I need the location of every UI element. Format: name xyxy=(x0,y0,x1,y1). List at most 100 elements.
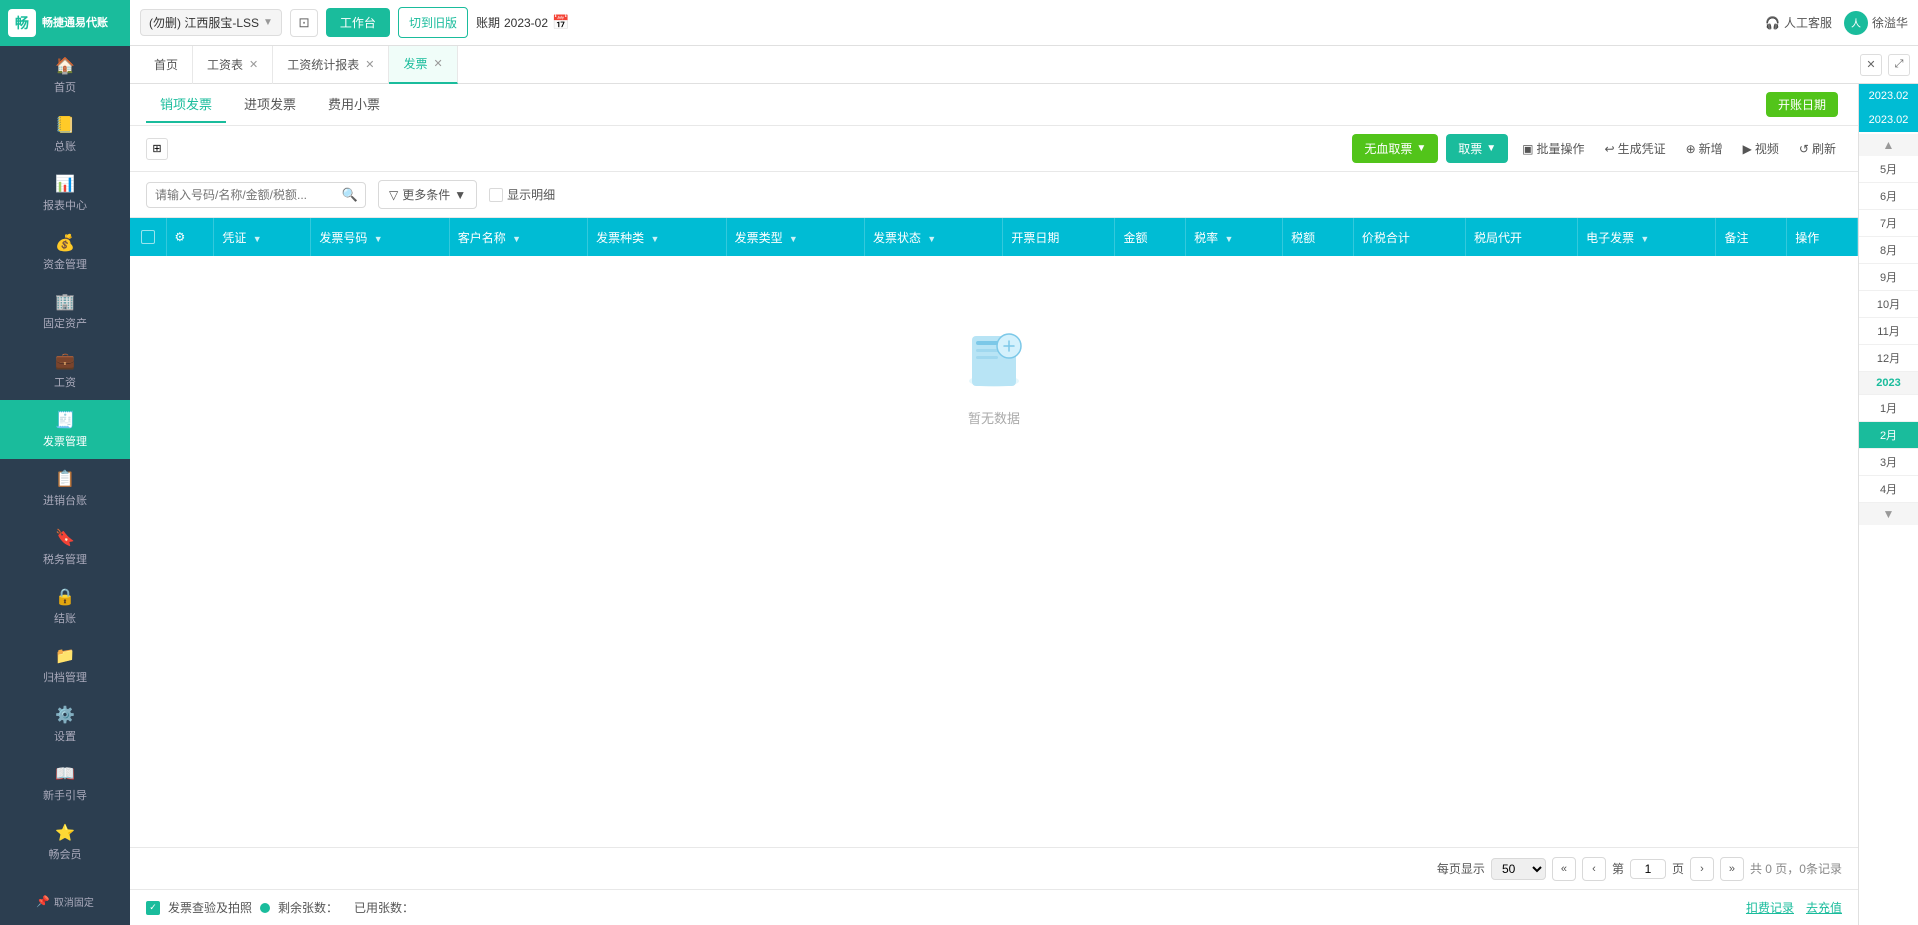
tab-action-close[interactable]: ✕ xyxy=(1860,54,1882,76)
date-month-11[interactable]: 11月 xyxy=(1859,318,1918,345)
th-e-invoice: 电子发票 ▼ xyxy=(1578,218,1716,256)
first-page-button[interactable]: « xyxy=(1552,857,1576,881)
user-menu[interactable]: 人 徐溢华 xyxy=(1844,11,1908,35)
tax-label: 税务管理 xyxy=(43,551,87,567)
sidebar-item-ledger[interactable]: 📒 总账 xyxy=(0,105,130,164)
settings-label: 设置 xyxy=(54,728,76,744)
select-all-checkbox[interactable] xyxy=(141,230,155,244)
get-ticket-button[interactable]: 取票 ▼ xyxy=(1446,134,1508,163)
last-page-button[interactable]: » xyxy=(1720,857,1744,881)
sidebar-item-sales[interactable]: 📋 进销台账 xyxy=(0,459,130,518)
date-scroll-down[interactable]: ▼ xyxy=(1859,503,1918,525)
date-panel-header-top[interactable]: 2023.02 xyxy=(1859,84,1918,108)
salary-stats-close-icon[interactable]: ✕ xyxy=(365,58,374,71)
pin-label: 取消固定 xyxy=(54,894,94,909)
sidebar-item-member[interactable]: ⭐ 畅会员 xyxy=(0,813,130,872)
tab-home[interactable]: 首页 xyxy=(140,46,193,84)
member-label: 畅会员 xyxy=(49,846,82,862)
date-month-5[interactable]: 5月 xyxy=(1859,156,1918,183)
date-month-6[interactable]: 6月 xyxy=(1859,183,1918,210)
sidebar-item-tax[interactable]: 🔖 税务管理 xyxy=(0,518,130,577)
sidebar-item-funds[interactable]: 💰 资金管理 xyxy=(0,223,130,282)
show-detail-checkbox[interactable] xyxy=(489,188,503,202)
calendar-icon[interactable]: 📅 xyxy=(552,14,569,31)
new-button[interactable]: ⊕ 新增 xyxy=(1680,136,1729,161)
get-ticket-dropdown-icon: ▼ xyxy=(1486,143,1496,154)
sub-tab-expense-receipt[interactable]: 费用小票 xyxy=(314,86,394,123)
date-scroll-up[interactable]: ▲ xyxy=(1859,134,1918,156)
page-input[interactable] xyxy=(1630,859,1666,879)
sub-tab-sales-invoice[interactable]: 销项发票 xyxy=(146,86,226,123)
date-month-4[interactable]: 4月 xyxy=(1859,476,1918,503)
sidebar-item-home[interactable]: 🏠 首页 xyxy=(0,46,130,105)
ledger-icon: 📒 xyxy=(55,115,75,135)
th-checkbox xyxy=(130,218,166,256)
tab-salary-table[interactable]: 工资表 ✕ xyxy=(193,46,273,84)
recharge-link[interactable]: 去充值 xyxy=(1806,899,1842,916)
date-month-12[interactable]: 12月 xyxy=(1859,345,1918,372)
search-input[interactable] xyxy=(146,182,366,208)
open-period-button[interactable]: 开账日期 xyxy=(1766,92,1838,117)
more-conditions-dropdown-icon: ▼ xyxy=(454,188,466,202)
date-panel-header-2[interactable]: 2023.02 xyxy=(1859,108,1918,132)
tab-salary-stats[interactable]: 工资统计报表 ✕ xyxy=(273,46,389,84)
date-month-2-active[interactable]: 2月 xyxy=(1859,422,1918,449)
tabs-right-actions: ✕ ⤢ xyxy=(1860,54,1918,76)
old-version-button[interactable]: 切到旧版 xyxy=(398,7,468,38)
per-page-select[interactable]: 50 20 100 xyxy=(1491,858,1546,880)
salary-table-close-icon[interactable]: ✕ xyxy=(249,58,258,71)
no-ticket-button[interactable]: 无血取票 ▼ xyxy=(1352,134,1438,163)
invoice-tab-label: 发票 xyxy=(403,55,427,72)
sales-icon: 📋 xyxy=(55,469,75,489)
th-voucher: 凭证 ▼ xyxy=(214,218,311,256)
period-value: 2023-02 xyxy=(504,16,548,30)
date-month-7[interactable]: 7月 xyxy=(1859,210,1918,237)
video-button[interactable]: ▶ 视频 xyxy=(1737,136,1785,161)
more-conditions-button[interactable]: ▽ 更多条件 ▼ xyxy=(378,180,477,209)
refresh-button[interactable]: ↺ 刷新 xyxy=(1793,136,1842,161)
funds-icon: 💰 xyxy=(55,233,75,253)
date-month-9[interactable]: 9月 xyxy=(1859,264,1918,291)
deduct-record-link[interactable]: 扣费记录 xyxy=(1746,899,1794,916)
sidebar-item-archive[interactable]: 📁 归档管理 xyxy=(0,636,130,695)
date-month-10[interactable]: 10月 xyxy=(1859,291,1918,318)
sidebar-item-settings[interactable]: ⚙️ 设置 xyxy=(0,695,130,754)
company-selector[interactable]: (勿删) 江西服宝-LSS ▼ xyxy=(140,9,282,36)
date-year-2023[interactable]: 2023 xyxy=(1859,372,1918,395)
archive-label: 归档管理 xyxy=(43,669,87,685)
copy-button[interactable]: ⊡ xyxy=(290,9,318,37)
sidebar-item-salary[interactable]: 💼 工资 xyxy=(0,341,130,400)
customer-service[interactable]: 🎧 人工客服 xyxy=(1765,14,1832,31)
next-page-button[interactable]: › xyxy=(1690,857,1714,881)
th-customer: 客户名称 ▼ xyxy=(449,218,587,256)
th-invoice-category: 发票类型 ▼ xyxy=(726,218,864,256)
workspace-button[interactable]: 工作台 xyxy=(326,8,390,37)
sidebar-pin-toggle[interactable]: 📌 取消固定 xyxy=(0,886,130,917)
user-name: 徐溢华 xyxy=(1872,14,1908,31)
guide-icon: 📖 xyxy=(55,764,75,784)
search-icon[interactable]: 🔍 xyxy=(342,187,358,203)
tab-action-expand[interactable]: ⤢ xyxy=(1888,54,1910,76)
sub-tab-purchase-invoice[interactable]: 进项发票 xyxy=(230,86,310,123)
sidebar-item-assets[interactable]: 🏢 固定资产 xyxy=(0,282,130,341)
sidebar-item-invoice[interactable]: 🧾 发票管理 xyxy=(0,400,130,459)
company-name: (勿删) 江西服宝-LSS xyxy=(149,14,259,31)
tab-invoice[interactable]: 发票 ✕ xyxy=(389,46,457,84)
date-month-3[interactable]: 3月 xyxy=(1859,449,1918,476)
sidebar-item-closing[interactable]: 🔒 结账 xyxy=(0,577,130,636)
th-amount: 金额 xyxy=(1115,218,1186,256)
generate-voucher-button[interactable]: ↩ 生成凭证 xyxy=(1599,136,1672,161)
prev-page-button[interactable]: ‹ xyxy=(1582,857,1606,881)
batch-op-button[interactable]: ▣ 批量操作 xyxy=(1516,136,1590,161)
main-area: (勿删) 江西服宝-LSS ▼ ⊡ 工作台 切到旧版 账期 2023-02 📅 … xyxy=(130,0,1918,925)
home-label: 首页 xyxy=(54,79,76,95)
show-detail-toggle[interactable]: 显示明细 xyxy=(489,186,555,203)
search-wrap: 🔍 xyxy=(146,182,366,208)
date-month-8[interactable]: 8月 xyxy=(1859,237,1918,264)
copy-icon: ⊡ xyxy=(298,15,309,31)
sidebar-item-reports[interactable]: 📊 报表中心 xyxy=(0,164,130,223)
date-month-1[interactable]: 1月 xyxy=(1859,395,1918,422)
sidebar-item-guide[interactable]: 📖 新手引导 xyxy=(0,754,130,813)
grid-icon-btn[interactable]: ⊞ xyxy=(146,138,168,160)
invoice-close-icon[interactable]: ✕ xyxy=(434,57,443,70)
